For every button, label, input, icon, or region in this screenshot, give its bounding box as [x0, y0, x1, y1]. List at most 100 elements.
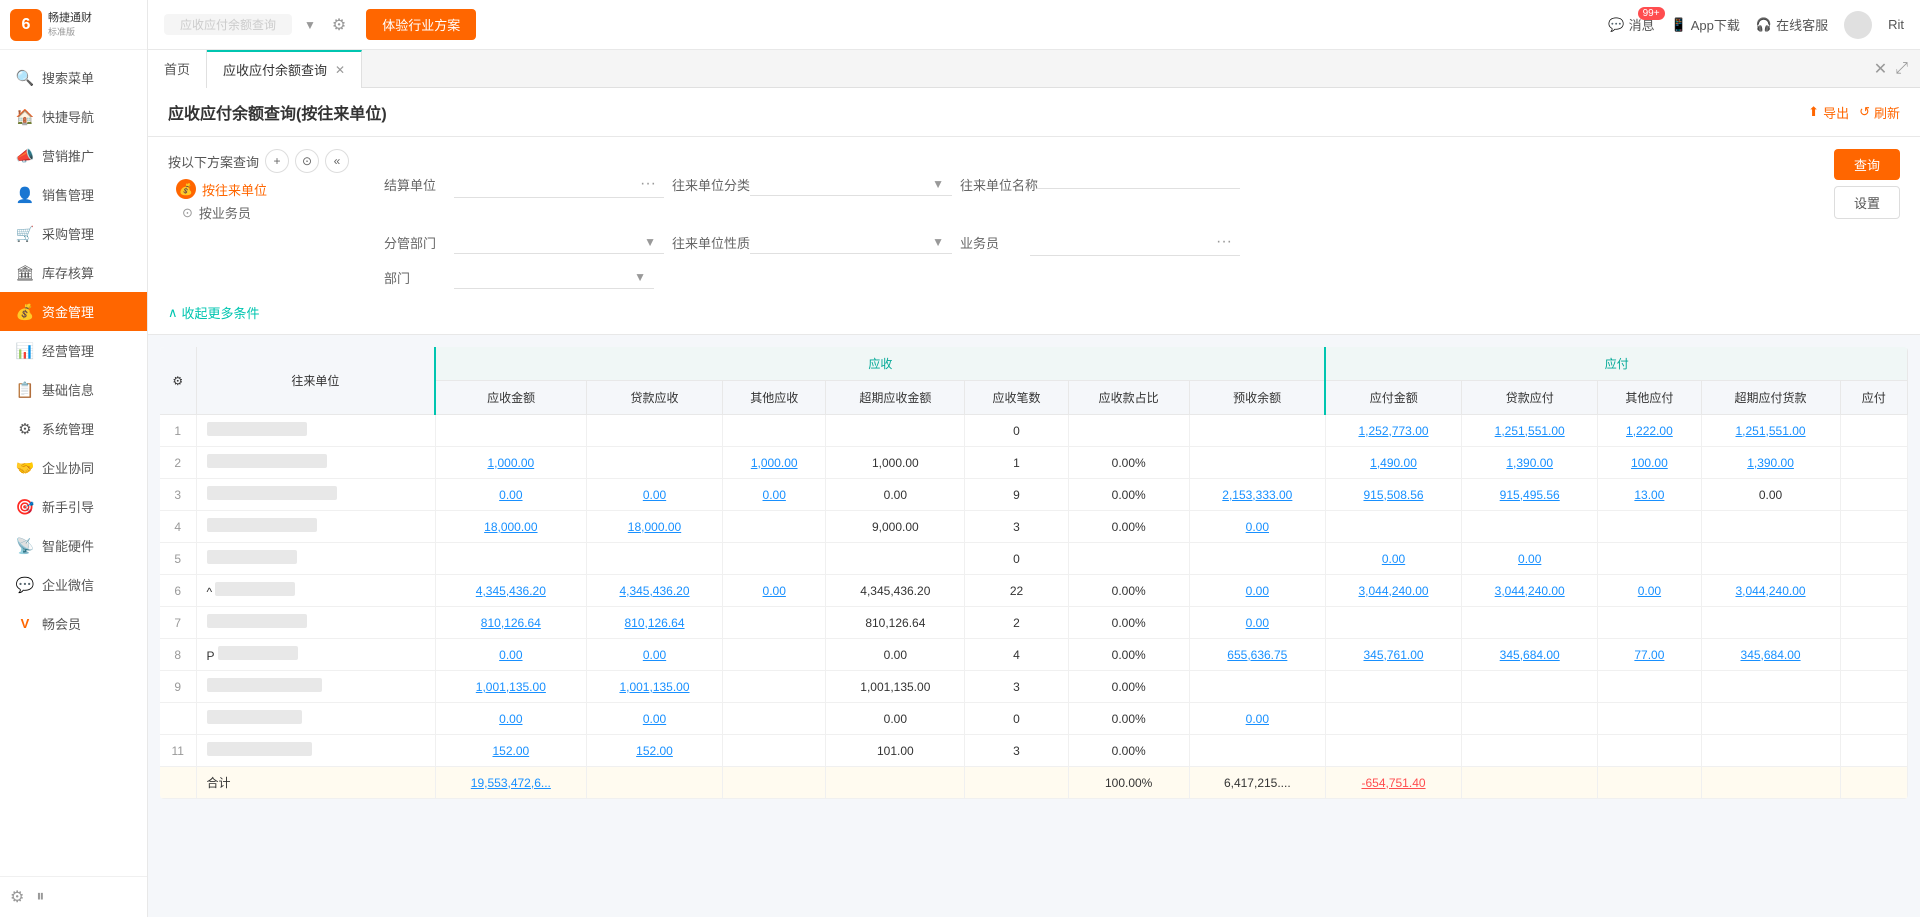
tab-close-icon[interactable]: ✕	[335, 63, 345, 77]
ar-amount[interactable]: 1,000.00	[435, 447, 586, 479]
ap-amount[interactable]: 3,044,240.00	[1325, 575, 1461, 607]
sidebar-item-guide[interactable]: 🎯 新手引导	[0, 487, 147, 526]
ap-other[interactable]: 100.00	[1598, 447, 1701, 479]
division-input[interactable]: ▼	[454, 266, 654, 289]
sidebar-label-guide: 新手引导	[42, 497, 94, 516]
ar-advance[interactable]: 2,153,333.00	[1189, 479, 1325, 511]
export-button[interactable]: ⬆ 导出	[1808, 103, 1849, 122]
field-counterparty-category: 往来单位分类 ▼	[672, 173, 952, 196]
refresh-button[interactable]: ↺ 刷新	[1859, 103, 1900, 122]
ap-overdue[interactable]: 1,251,551.00	[1701, 415, 1840, 447]
sidebar-item-corp[interactable]: 🤝 企业协同	[0, 448, 147, 487]
ap-loan[interactable]: 345,684.00	[1462, 639, 1598, 671]
sidebar-item-quicknav[interactable]: 🏠 快捷导航	[0, 97, 147, 136]
ap-amount[interactable]: 1,490.00	[1325, 447, 1461, 479]
ar-loan[interactable]: 152.00	[586, 735, 722, 767]
ar-other	[723, 735, 826, 767]
tab-home[interactable]: 首页	[148, 50, 207, 88]
collapse-filter-button[interactable]: ∧ 收起更多条件	[168, 303, 1900, 322]
ap-amount[interactable]: 1,252,773.00	[1325, 415, 1461, 447]
ar-loan[interactable]: 810,126.64	[586, 607, 722, 639]
salesperson-input[interactable]: ···	[1030, 229, 1240, 256]
ap-loan[interactable]: 3,044,240.00	[1462, 575, 1598, 607]
scheme-collapse-button[interactable]: «	[325, 149, 349, 173]
ap-amount[interactable]: 345,761.00	[1325, 639, 1461, 671]
ar-other[interactable]: 0.00	[723, 479, 826, 511]
ar-loan[interactable]: 18,000.00	[586, 511, 722, 543]
sidebar-item-marketing[interactable]: 📣 营销推广	[0, 136, 147, 175]
ar-amount[interactable]: 0.00	[435, 639, 586, 671]
ap-overdue[interactable]: 345,684.00	[1701, 639, 1840, 671]
sidebar-item-finance[interactable]: 💰 资金管理	[0, 292, 147, 331]
ar-amount[interactable]: 0.00	[435, 703, 586, 735]
sidebar-item-base[interactable]: 📋 基础信息	[0, 370, 147, 409]
sidebar-item-hardware[interactable]: 📡 智能硬件	[0, 526, 147, 565]
tab-arbalance[interactable]: 应收应付余额查询 ✕	[207, 50, 362, 88]
scheme2-label[interactable]: 按业务员	[199, 203, 251, 222]
nature-input[interactable]: ▼	[750, 231, 952, 254]
ar-advance[interactable]: 0.00	[1189, 703, 1325, 735]
ap-other[interactable]: 77.00	[1598, 639, 1701, 671]
tab-minimize-icon[interactable]: ✕	[1874, 59, 1887, 79]
row-num: 5	[160, 543, 196, 575]
ar-other[interactable]: 1,000.00	[723, 447, 826, 479]
ap-loan[interactable]: 1,390.00	[1462, 447, 1598, 479]
topbar-gear-icon[interactable]: ⚙	[332, 15, 346, 35]
scheme1-label[interactable]: 按往来单位	[202, 180, 267, 199]
ar-loan[interactable]: 0.00	[586, 703, 722, 735]
sidebar-item-operations[interactable]: 📊 经营管理	[0, 331, 147, 370]
counterparty-name-input[interactable]	[1038, 180, 1240, 189]
ap-overdue[interactable]: 3,044,240.00	[1701, 575, 1840, 607]
ap-amount[interactable]: 0.00	[1325, 543, 1461, 575]
sidebar-item-search[interactable]: 🔍 搜索菜单	[0, 58, 147, 97]
setting-button[interactable]: 设置	[1834, 186, 1900, 219]
ar-loan[interactable]: 0.00	[586, 639, 722, 671]
messages-button[interactable]: 💬 消息 99+	[1608, 15, 1654, 34]
query-button[interactable]: 查询	[1834, 149, 1900, 180]
ar-amount[interactable]: 152.00	[435, 735, 586, 767]
ar-advance[interactable]: 0.00	[1189, 575, 1325, 607]
settlement-unit-input[interactable]: ···	[454, 171, 664, 198]
category-input[interactable]: ▼	[750, 173, 952, 196]
sidebar-item-purchase[interactable]: 🛒 采购管理	[0, 214, 147, 253]
ap-loan[interactable]: 0.00	[1462, 543, 1598, 575]
ap-loan[interactable]: 1,251,551.00	[1462, 415, 1598, 447]
ar-amount[interactable]: 18,000.00	[435, 511, 586, 543]
ar-loan[interactable]: 0.00	[586, 479, 722, 511]
total-ar-amount[interactable]: 19,553,472,6...	[435, 767, 586, 799]
add-scheme-button[interactable]: +	[265, 149, 289, 173]
sidebar-item-sales[interactable]: 👤 销售管理	[0, 175, 147, 214]
tab-maximize-icon[interactable]: ⤢	[1895, 60, 1908, 78]
ar-advance[interactable]: 0.00	[1189, 511, 1325, 543]
ap-other[interactable]: 1,222.00	[1598, 415, 1701, 447]
sidebar-item-member[interactable]: V 畅会员	[0, 604, 147, 643]
ar-count: 3	[965, 671, 1068, 703]
ar-advance[interactable]: 655,636.75	[1189, 639, 1325, 671]
total-ap-amount[interactable]: -654,751.40	[1325, 767, 1461, 799]
ar-amount[interactable]: 810,126.64	[435, 607, 586, 639]
ar-amount[interactable]: 0.00	[435, 479, 586, 511]
table-settings-icon[interactable]: ⚙	[160, 347, 196, 415]
ap-other[interactable]: 13.00	[1598, 479, 1701, 511]
sidebar-item-system[interactable]: ⚙ 系统管理	[0, 409, 147, 448]
sidebar-item-inventory[interactable]: 🏛 库存核算	[0, 253, 147, 292]
ap-other[interactable]: 0.00	[1598, 575, 1701, 607]
promo-button[interactable]: 体验行业方案	[366, 9, 476, 40]
field-label-division: 部门	[384, 268, 454, 287]
bottom-collapse-icon[interactable]: ⏸	[36, 888, 44, 906]
ap-amount[interactable]: 915,508.56	[1325, 479, 1461, 511]
sidebar-item-wechat[interactable]: 💬 企业微信	[0, 565, 147, 604]
online-service-button[interactable]: 🎧 在线客服	[1756, 15, 1828, 34]
dept-input[interactable]: ▼	[454, 231, 664, 254]
bottom-settings-icon[interactable]: ⚙	[10, 887, 24, 907]
ar-loan[interactable]: 4,345,436.20	[586, 575, 722, 607]
ar-amount[interactable]: 4,345,436.20	[435, 575, 586, 607]
ar-other[interactable]: 0.00	[723, 575, 826, 607]
app-download-button[interactable]: 📱 App下载	[1671, 15, 1740, 34]
ap-overdue[interactable]: 1,390.00	[1701, 447, 1840, 479]
ar-amount[interactable]: 1,001,135.00	[435, 671, 586, 703]
ap-loan[interactable]: 915,495.56	[1462, 479, 1598, 511]
scheme-settings-button[interactable]: ⊙	[295, 149, 319, 173]
ar-loan[interactable]: 1,001,135.00	[586, 671, 722, 703]
ar-advance[interactable]: 0.00	[1189, 607, 1325, 639]
